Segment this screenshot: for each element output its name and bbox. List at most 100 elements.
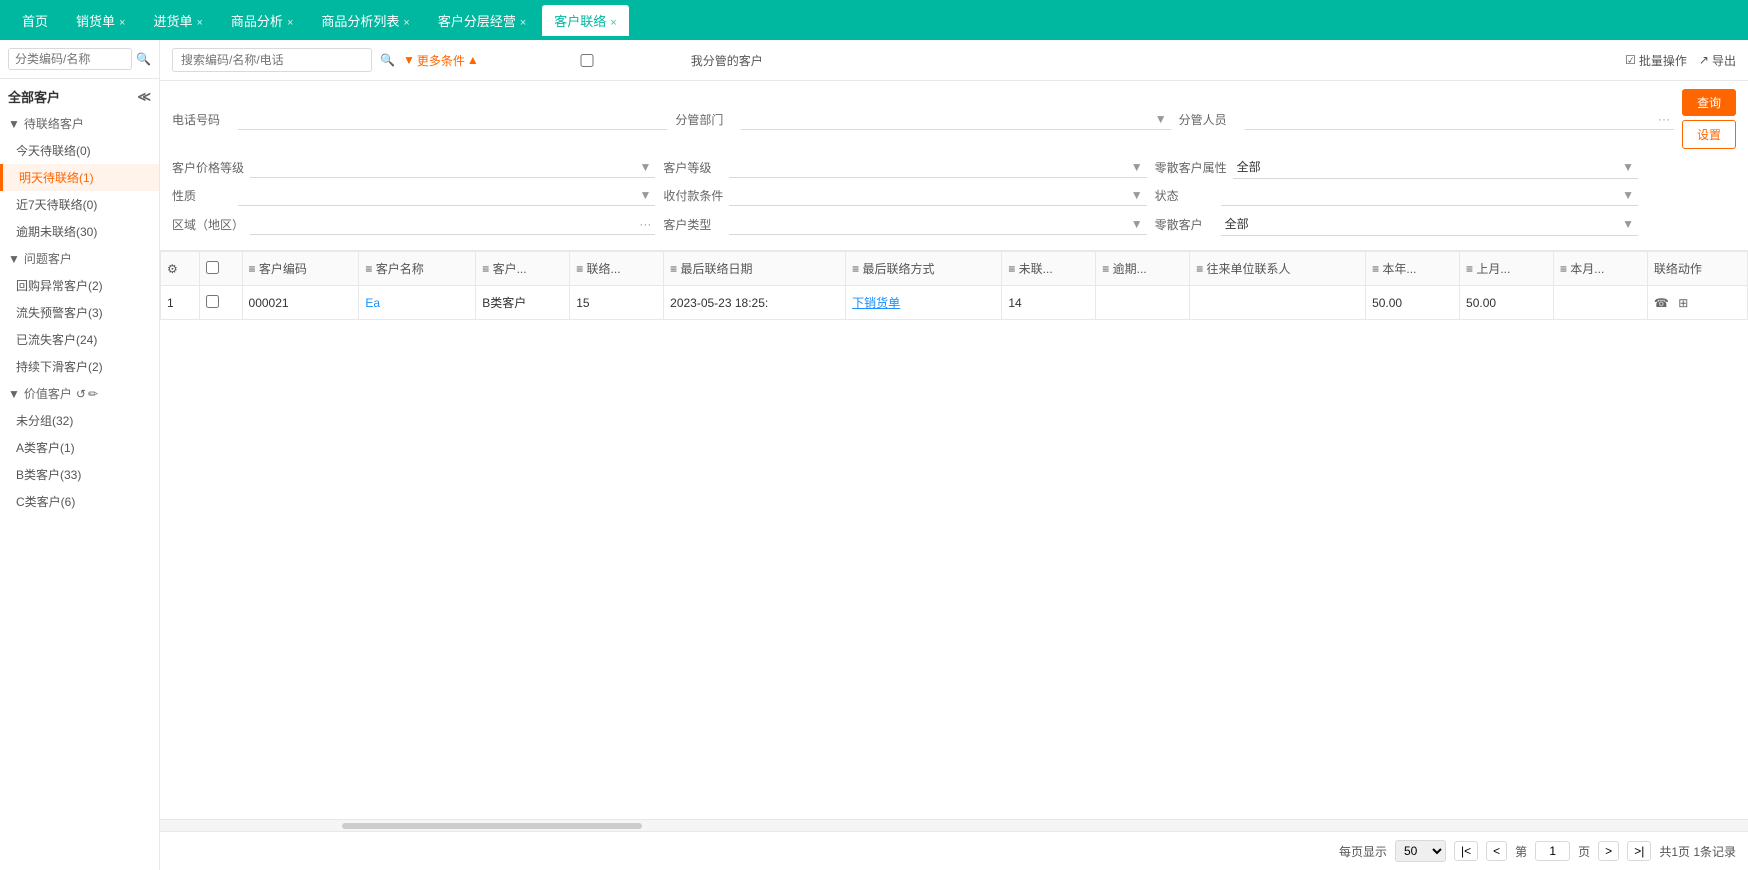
col-last-method: ≡ 最后联络方式 — [846, 252, 1002, 286]
page-input[interactable] — [1535, 841, 1570, 861]
filter-phone: 电话号码 — [172, 109, 667, 130]
data-table-container: ⚙ ≡ 客户编码 ≡ 客户名称 ≡ 客户... ≡ 联络... ≡ 最后联络日期… — [160, 251, 1748, 819]
next-page-button[interactable]: > — [1598, 841, 1619, 861]
nav-product-analysis[interactable]: 商品分析× — [219, 5, 305, 36]
collapse-icon[interactable]: ≪ — [137, 89, 151, 105]
cell-company-contact — [1190, 286, 1366, 320]
sidebar-item-class-c[interactable]: C类客户(6) — [0, 488, 159, 515]
last-page-button[interactable]: >| — [1627, 841, 1651, 861]
col-company-contact: ≡ 往来单位联系人 — [1190, 252, 1366, 286]
cell-last-month: 50.00 — [1460, 286, 1554, 320]
filter-row-2: 客户价格等级 ▼ 客户等级 ▼ 零散客户属性 全部▼ — [172, 155, 1736, 179]
cell-last-method[interactable]: 下销货单 — [846, 286, 1002, 320]
group-problem-customers[interactable]: ▼问题客户 — [0, 245, 159, 272]
sidebar-item-churned[interactable]: 已流失客户(24) — [0, 326, 159, 353]
filter-cust-type: 客户类型 ▼ — [663, 214, 1146, 235]
col-last-month: ≡ 上月... — [1460, 252, 1554, 286]
filter-payment: 收付款条件 ▼ — [663, 185, 1146, 206]
nav-customer-contact[interactable]: 客户联络× — [542, 5, 628, 36]
sidebar-item-ungrouped[interactable]: 未分组(32) — [0, 407, 159, 434]
nav-home[interactable]: 首页 — [10, 5, 60, 36]
sidebar-item-repurchase-abnormal[interactable]: 回购异常客户(2) — [0, 272, 159, 299]
col-type: ≡ 客户... — [476, 252, 570, 286]
action-phone-icon[interactable]: ☎ — [1654, 296, 1669, 310]
close-icon: × — [403, 17, 409, 29]
close-icon: × — [119, 17, 125, 29]
table-header-row: ⚙ ≡ 客户编码 ≡ 客户名称 ≡ 客户... ≡ 联络... ≡ 最后联络日期… — [161, 252, 1748, 286]
query-button[interactable]: 查询 — [1682, 89, 1736, 116]
dept-label: 分管部门 — [675, 111, 735, 128]
per-page-select[interactable]: 50 100 200 — [1395, 840, 1446, 862]
horizontal-scrollbar[interactable] — [160, 819, 1748, 831]
main-layout: 🔍 全部客户 ≪ ▼待联络客户 今天待联络(0) 明天待联络(1) 近7天待联络… — [0, 40, 1748, 870]
sidebar: 🔍 全部客户 ≪ ▼待联络客户 今天待联络(0) 明天待联络(1) 近7天待联络… — [0, 40, 160, 870]
filter-search-icon[interactable]: 🔍 — [380, 53, 395, 67]
settings-button[interactable]: 设置 — [1682, 120, 1736, 149]
sidebar-search-input[interactable] — [8, 48, 132, 70]
retail-attr-select[interactable]: 全部▼ — [1233, 155, 1638, 179]
first-page-button[interactable]: |< — [1454, 841, 1478, 861]
region-label: 区域（地区） — [172, 216, 244, 233]
close-icon: × — [610, 17, 616, 29]
phone-input[interactable] — [238, 109, 667, 130]
sidebar-search-area: 🔍 — [0, 40, 159, 79]
retail-select[interactable]: 全部▼ — [1221, 212, 1638, 236]
filter-price-level: 客户价格等级 ▼ — [172, 157, 655, 178]
filter-retail: 零散客户 全部▼ — [1155, 212, 1638, 236]
col-uncontacted: ≡ 未联... — [1002, 252, 1096, 286]
cell-action[interactable]: ☎ ⊞ — [1647, 286, 1747, 320]
batch-operation-button[interactable]: ☑ 批量操作 — [1625, 52, 1687, 69]
col-gear[interactable]: ⚙ — [161, 252, 200, 286]
close-icon: × — [520, 17, 526, 29]
scrollbar-thumb[interactable] — [342, 823, 642, 829]
cust-level-select[interactable]: ▼ — [729, 157, 1146, 178]
price-level-select[interactable]: ▼ — [250, 157, 655, 178]
search-icon[interactable]: 🔍 — [136, 52, 151, 66]
close-icon: × — [287, 17, 293, 29]
cell-check[interactable] — [199, 286, 242, 320]
nav-customer-segmentation[interactable]: 客户分层经营× — [426, 5, 538, 36]
total-records: 共1页 1条记录 — [1659, 843, 1736, 860]
export-button[interactable]: ↗ 导出 — [1699, 52, 1736, 69]
nav-purchase-order[interactable]: 进货单× — [141, 5, 214, 36]
my-customers-checkbox[interactable]: 我分管的客户 — [487, 52, 763, 69]
sidebar-item-declining[interactable]: 持续下滑客户(2) — [0, 353, 159, 380]
sidebar-item-7days-contact[interactable]: 近7天待联络(0) — [0, 191, 159, 218]
more-filters-button[interactable]: ▼ 更多条件 ▲ — [403, 52, 479, 69]
sidebar-item-class-b[interactable]: B类客户(33) — [0, 461, 159, 488]
nature-select[interactable]: ▼ — [238, 185, 655, 206]
all-customers-header[interactable]: 全部客户 ≪ — [0, 79, 159, 110]
sidebar-item-overdue-contact[interactable]: 逾期未联络(30) — [0, 218, 159, 245]
group-pending-contact[interactable]: ▼待联络客户 — [0, 110, 159, 137]
region-select[interactable]: ··· — [250, 214, 655, 235]
sidebar-item-tomorrow-contact[interactable]: 明天待联络(1) — [0, 164, 159, 191]
my-customers-check[interactable] — [487, 54, 687, 67]
filter-row-1: 电话号码 分管部门 ▼ 分管人员 ··· 查询 设置 — [172, 89, 1736, 149]
person-select[interactable]: ··· — [1245, 109, 1674, 130]
col-check[interactable] — [199, 252, 242, 286]
nature-label: 性质 — [172, 187, 232, 204]
sidebar-item-class-a[interactable]: A类客户(1) — [0, 434, 159, 461]
search-input[interactable] — [172, 48, 372, 72]
group-value-customers[interactable]: ▼价值客户 ↺ ✏ — [0, 380, 159, 407]
cust-level-label: 客户等级 — [663, 159, 723, 176]
filter-region: 区域（地区） ··· — [172, 214, 655, 235]
cell-last-date: 2023-05-23 18:25: — [664, 286, 846, 320]
status-select[interactable]: ▼ — [1221, 185, 1638, 206]
action-more-icon[interactable]: ⊞ — [1678, 296, 1688, 310]
nav-product-analysis-list[interactable]: 商品分析列表× — [309, 5, 421, 36]
sidebar-item-churn-warning[interactable]: 流失预警客户(3) — [0, 299, 159, 326]
select-all-checkbox[interactable] — [206, 261, 219, 274]
payment-label: 收付款条件 — [663, 187, 723, 204]
payment-select[interactable]: ▼ — [729, 185, 1146, 206]
row-checkbox[interactable] — [206, 295, 219, 308]
cust-type-select[interactable]: ▼ — [729, 214, 1146, 235]
cell-index: 1 — [161, 286, 200, 320]
cell-name[interactable]: Ea — [359, 286, 476, 320]
sidebar-item-today-contact[interactable]: 今天待联络(0) — [0, 137, 159, 164]
dept-select[interactable]: ▼ — [741, 109, 1170, 130]
nav-sales-order[interactable]: 销货单× — [64, 5, 137, 36]
filter-retail-attr: 零散客户属性 全部▼ — [1155, 155, 1638, 179]
col-contact-count: ≡ 联络... — [570, 252, 664, 286]
prev-page-button[interactable]: < — [1486, 841, 1507, 861]
